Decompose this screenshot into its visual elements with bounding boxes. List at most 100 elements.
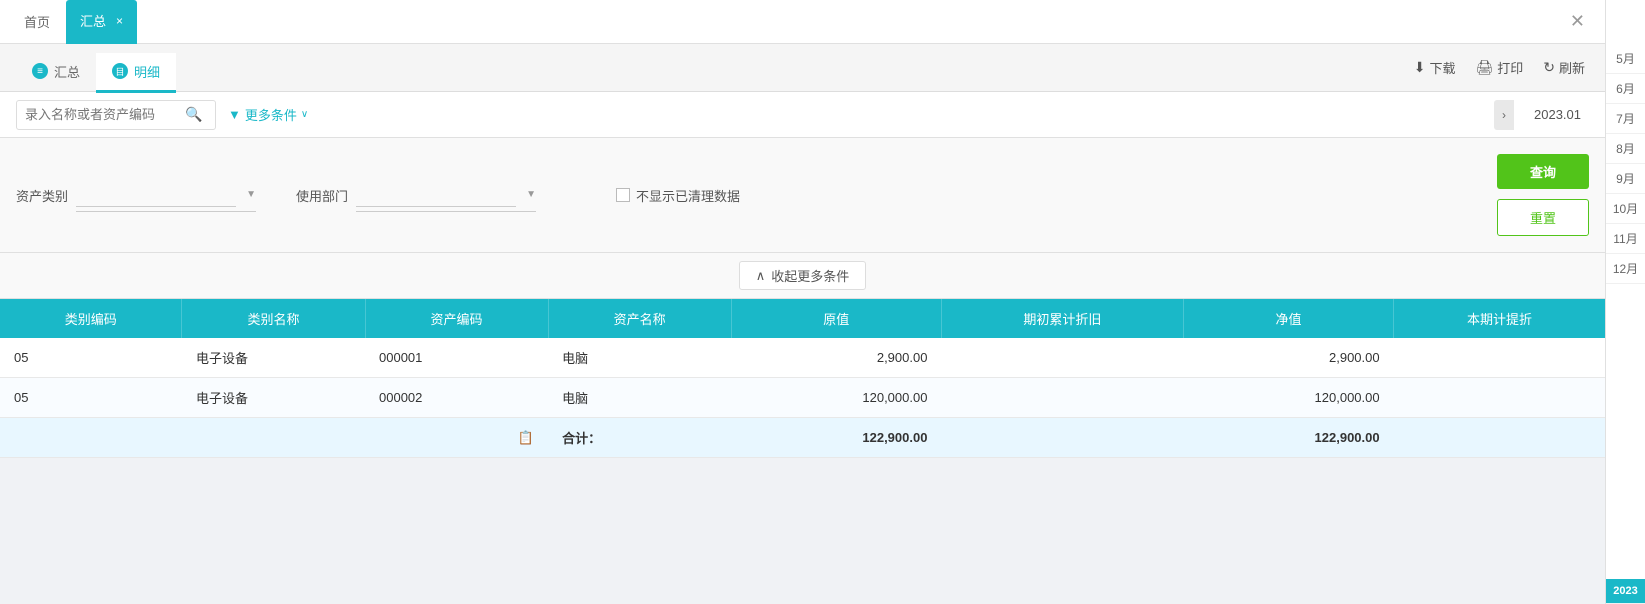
more-conditions-label: 更多条件 (245, 105, 297, 124)
hide-cleared-checkbox[interactable] (616, 188, 630, 202)
refresh-icon: ↻ (1543, 59, 1555, 76)
use-dept-label: 使用部门 (296, 186, 348, 205)
cell-depr-1 (1394, 338, 1605, 378)
use-dept-value (356, 183, 516, 207)
home-tab[interactable]: 首页 (16, 12, 58, 31)
cell-net-1: 2,900.00 (1183, 338, 1393, 378)
total-icon: 📋 (518, 430, 534, 445)
asset-category-select[interactable]: ▼ (76, 179, 256, 212)
collapse-up-icon: ∧ (756, 268, 766, 284)
cell-asset-name-2: 电脑 (548, 378, 731, 418)
year-badge[interactable]: 2023 (1606, 579, 1645, 604)
data-table-wrap: 类别编码 类别名称 资产编码 资产名称 原值 期初累计折旧 净值 本期计提折 0… (0, 299, 1605, 458)
filter-row-1: 资产类别 ▼ 使用部门 ▼ 不显示已清理数据 (16, 154, 1589, 236)
asset-category-field: 资产类别 ▼ (16, 179, 256, 212)
checkbox-row: 不显示已清理数据 (616, 186, 740, 205)
cell-asset-name-1: 电脑 (548, 338, 731, 378)
tab-detail[interactable]: 目 明细 (96, 53, 176, 93)
main-tab[interactable]: 汇总 × (66, 0, 137, 44)
col-asset-name: 资产名称 (548, 299, 731, 338)
collapse-button[interactable]: ∧ 收起更多条件 (739, 261, 867, 290)
refresh-label: 刷新 (1559, 58, 1585, 77)
search-wrap[interactable]: 🔍 (16, 100, 216, 130)
cell-asset-code-2: 000002 (365, 378, 548, 418)
table-row: 05 电子设备 000002 电脑 120,000.00 120,000.00 (0, 378, 1605, 418)
filter-bar: 🔍 ▼ 更多条件 ∨ › 2023.01 (0, 92, 1605, 138)
total-label: 合计： (548, 418, 731, 458)
refresh-button[interactable]: ↻ 刷新 (1543, 58, 1585, 77)
month-9[interactable]: 9月 (1606, 164, 1645, 194)
use-dept-dropdown-icon: ▼ (526, 189, 536, 200)
asset-category-value (76, 183, 236, 207)
total-depr (1394, 418, 1605, 458)
download-label: 下载 (1429, 58, 1455, 77)
collapse-bar[interactable]: ∧ 收起更多条件 (0, 253, 1605, 299)
cell-accum-2 (941, 378, 1183, 418)
data-table: 类别编码 类别名称 资产编码 资产名称 原值 期初累计折旧 净值 本期计提折 0… (0, 299, 1605, 458)
filter-buttons: 查询 重置 (1497, 154, 1589, 236)
cell-name-1: 电子设备 (182, 338, 365, 378)
use-dept-select[interactable]: ▼ (356, 179, 536, 212)
tab-summary[interactable]: ≡ 汇总 (16, 53, 96, 93)
asset-category-label: 资产类别 (16, 186, 68, 205)
tab-label: 汇总 (80, 11, 106, 30)
cell-depr-2 (1394, 378, 1605, 418)
print-button[interactable]: 🖨 打印 (1475, 58, 1523, 77)
top-nav: 首页 汇总 × ✕ (0, 0, 1605, 44)
col-category-code: 类别编码 (0, 299, 182, 338)
col-category-name: 类别名称 (182, 299, 365, 338)
month-5[interactable]: 5月 (1606, 44, 1645, 74)
total-original: 122,900.00 (731, 418, 941, 458)
col-asset-code: 资产编码 (365, 299, 548, 338)
right-sidebar: 5月 6月 7月 8月 9月 10月 11月 12月 2023 (1605, 0, 1645, 604)
download-icon: ⬇ (1414, 59, 1426, 76)
toolbar-actions: ⬇ 下载 🖨 打印 ↻ 刷新 (1414, 58, 1605, 77)
reset-button[interactable]: 重置 (1497, 199, 1589, 236)
total-net: 122,900.00 (1183, 418, 1393, 458)
collapse-label: 收起更多条件 (771, 266, 849, 285)
cell-code-1: 05 (0, 338, 182, 378)
month-10[interactable]: 10月 (1606, 194, 1645, 224)
cell-net-2: 120,000.00 (1183, 378, 1393, 418)
hide-cleared-label: 不显示已清理数据 (636, 186, 740, 205)
month-12[interactable]: 12月 (1606, 254, 1645, 284)
cell-code-2: 05 (0, 378, 182, 418)
tab-close-icon[interactable]: × (116, 14, 123, 28)
col-original-value: 原值 (731, 299, 941, 338)
side-expand-arrow[interactable]: › (1494, 100, 1514, 130)
detail-icon: 目 (112, 63, 128, 79)
query-button[interactable]: 查询 (1497, 154, 1589, 189)
cell-name-2: 电子设备 (182, 378, 365, 418)
table-header-row: 类别编码 类别名称 资产编码 资产名称 原值 期初累计折旧 净值 本期计提折 (0, 299, 1605, 338)
print-icon: 🖨 (1475, 59, 1493, 76)
chevron-down-icon: ∨ (301, 109, 308, 120)
col-accumulated-depr: 期初累计折旧 (941, 299, 1183, 338)
use-dept-field: 使用部门 ▼ (296, 179, 536, 212)
table-total-row: 📋 合计： 122,900.00 122,900.00 (0, 418, 1605, 458)
asset-category-dropdown-icon: ▼ (246, 189, 256, 200)
total-accum (941, 418, 1183, 458)
print-label: 打印 (1497, 58, 1523, 77)
month-8[interactable]: 8月 (1606, 134, 1645, 164)
month-11[interactable]: 11月 (1606, 224, 1645, 254)
filter-icon: ▼ (228, 107, 241, 122)
layers-icon: ≡ (32, 63, 48, 79)
download-button[interactable]: ⬇ 下载 (1414, 58, 1456, 77)
total-icon-cell: 📋 (0, 418, 548, 458)
period-indicator: 2023.01 (1526, 107, 1589, 122)
month-6[interactable]: 6月 (1606, 74, 1645, 104)
month-7[interactable]: 7月 (1606, 104, 1645, 134)
col-net-value: 净值 (1183, 299, 1393, 338)
col-current-depr: 本期计提折 (1394, 299, 1605, 338)
search-icon: 🔍 (185, 106, 202, 123)
action-buttons-col: 查询 重置 (1497, 154, 1589, 236)
more-conditions-button[interactable]: ▼ 更多条件 ∨ (228, 105, 308, 124)
cell-original-2: 120,000.00 (731, 378, 941, 418)
search-input[interactable] (25, 107, 185, 122)
window-close-button[interactable]: ✕ (1566, 7, 1589, 36)
tab-detail-label: 明细 (134, 62, 160, 81)
chevron-right-icon: › (1502, 108, 1506, 122)
cell-asset-code-1: 000001 (365, 338, 548, 378)
table-row: 05 电子设备 000001 电脑 2,900.00 2,900.00 (0, 338, 1605, 378)
advanced-filter: 资产类别 ▼ 使用部门 ▼ 不显示已清理数据 (0, 138, 1605, 253)
